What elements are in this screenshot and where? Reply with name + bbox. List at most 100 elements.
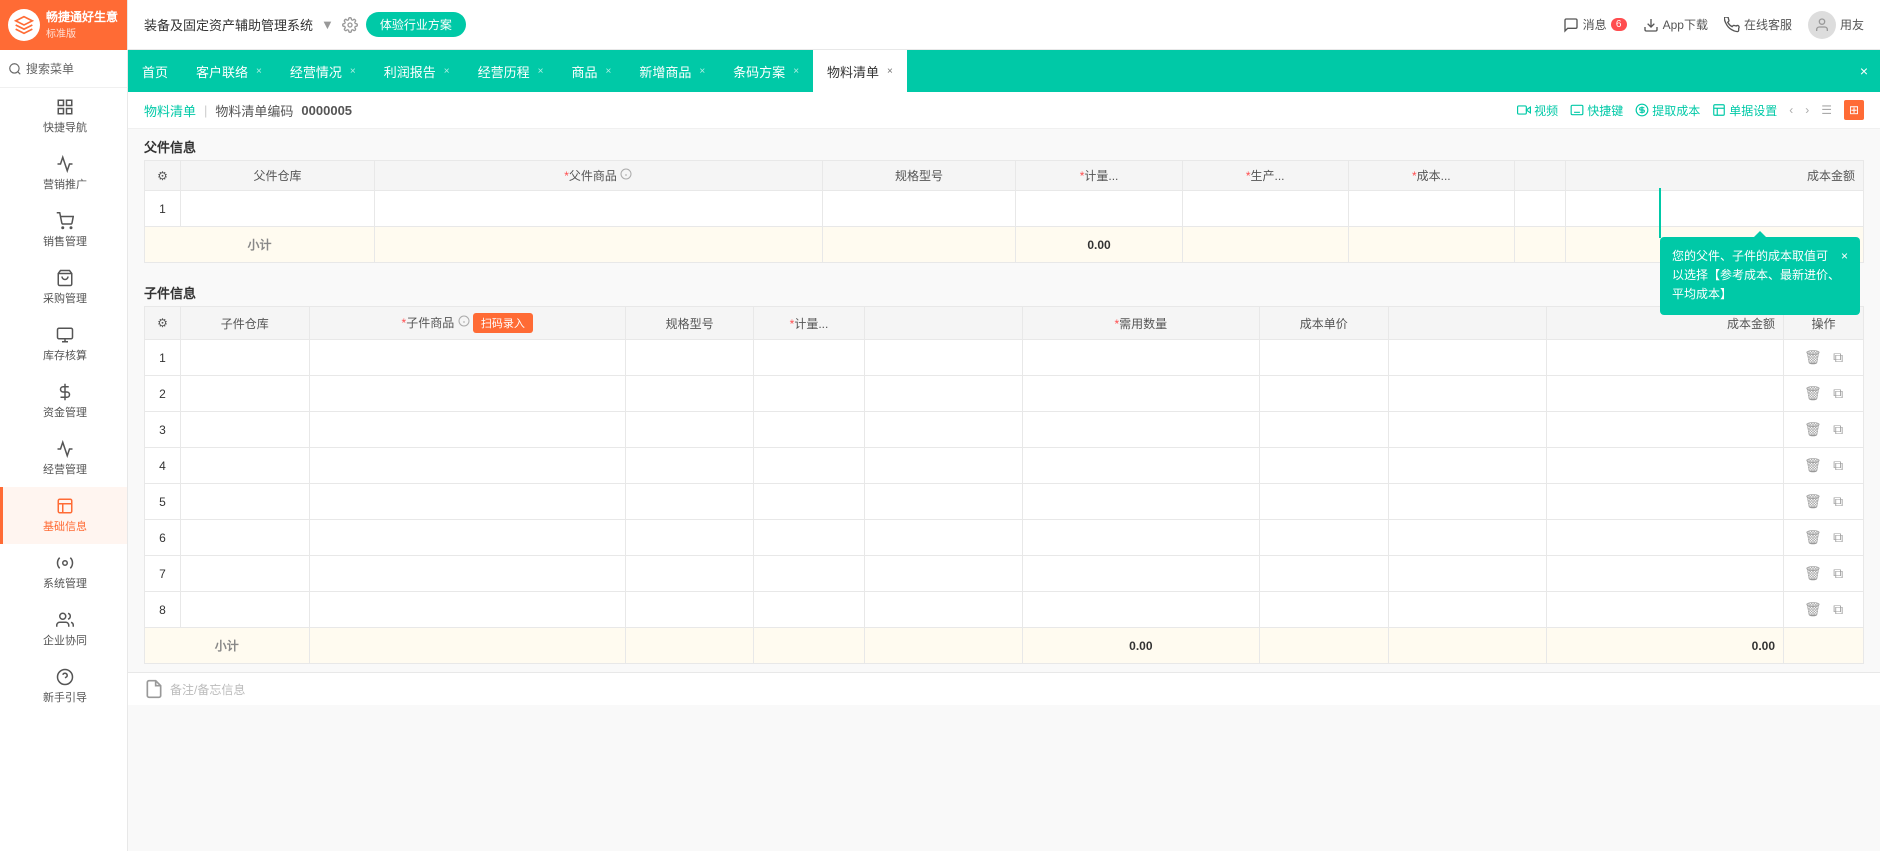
child-product-cell-8[interactable] [309,592,625,628]
child-unit-cell-2[interactable] [754,376,864,412]
sidebar-item-purchase[interactable]: 采购管理 [0,259,127,316]
child-unit-cell-4[interactable] [754,448,864,484]
shortcut-button[interactable]: 快捷键 [1570,102,1623,119]
child-spec-cell-2[interactable] [625,376,754,412]
child-product-cell-2[interactable] [309,376,625,412]
settings-icon[interactable] [342,17,358,33]
child-unit-cost-cell-7[interactable] [1259,556,1388,592]
sidebar-item-enterprise[interactable]: 企业协同 [0,601,127,658]
child-product-cell-6[interactable] [309,520,625,556]
child-qty-cell-6[interactable] [1022,520,1259,556]
scan-button[interactable]: 扫码录入 [473,313,533,333]
child-spec-cell-3[interactable] [625,412,754,448]
nav-prev-icon[interactable]: ‹ [1789,103,1793,117]
search-menu-button[interactable]: 搜索菜单 [8,56,119,81]
delete-row-button-1[interactable]: 🗑 [1800,347,1826,368]
tab-close-icon[interactable]: × [699,66,705,77]
child-spec-cell-6[interactable] [625,520,754,556]
child-warehouse-cell-7[interactable] [181,556,310,592]
child-col-settings[interactable]: ⚙ [145,307,181,340]
list-view-icon[interactable]: ☰ [1821,103,1832,117]
child-warehouse-cell-5[interactable] [181,484,310,520]
parent-cost-cell[interactable] [1348,191,1514,227]
child-qty-cell-7[interactable] [1022,556,1259,592]
tab-close-icon[interactable]: × [256,66,262,77]
child-warehouse-cell-3[interactable] [181,412,310,448]
child-qty-cell-2[interactable] [1022,376,1259,412]
sidebar-item-guide[interactable]: 新手引导 [0,658,127,715]
nav-tabs-close-button[interactable]: × [1848,63,1880,79]
experience-button[interactable]: 体验行业方案 [366,12,466,37]
child-spec-cell-4[interactable] [625,448,754,484]
delete-row-button-5[interactable]: 🗑 [1800,491,1826,512]
parent-spec-cell[interactable] [822,191,1016,227]
child-warehouse-cell-8[interactable] [181,592,310,628]
child-product-cell-7[interactable] [309,556,625,592]
sidebar-item-system[interactable]: 系统管理 [0,544,127,601]
delete-row-button-2[interactable]: 🗑 [1800,383,1826,404]
tab-barcode[interactable]: 条码方案 × [719,50,813,92]
child-warehouse-cell-4[interactable] [181,448,310,484]
parent-product-cell[interactable] [374,191,822,227]
copy-row-button-8[interactable]: ⧉ [1829,599,1847,620]
child-qty-cell-3[interactable] [1022,412,1259,448]
copy-row-button-6[interactable]: ⧉ [1829,527,1847,548]
child-spec-cell-7[interactable] [625,556,754,592]
main-scroll[interactable]: 父件信息 ⚙ 父件仓库 *父件商品 [128,129,1880,851]
tab-bom[interactable]: 物料清单 × [813,50,907,92]
child-unit-cell-3[interactable] [754,412,864,448]
app-download-action[interactable]: App下载 [1643,16,1708,33]
delete-row-button-4[interactable]: 🗑 [1800,455,1826,476]
tab-close-icon[interactable]: × [538,66,544,77]
child-spec-cell-5[interactable] [625,484,754,520]
tooltip-close-button[interactable]: × [1841,247,1848,266]
tab-close-icon[interactable]: × [350,66,356,77]
dropdown-arrow-icon[interactable]: ▼ [321,17,334,32]
child-unit-cell-1[interactable] [754,340,864,376]
copy-row-button-3[interactable]: ⧉ [1829,419,1847,440]
delete-row-button-7[interactable]: 🗑 [1800,563,1826,584]
tab-close-icon[interactable]: × [887,66,893,77]
child-spec-cell-8[interactable] [625,592,754,628]
child-qty-cell-8[interactable] [1022,592,1259,628]
user-action[interactable]: 用友 [1808,11,1864,39]
child-qty-cell-1[interactable] [1022,340,1259,376]
child-unit-cost-cell-5[interactable] [1259,484,1388,520]
tab-history[interactable]: 经营历程 × [464,50,558,92]
parent-col-settings[interactable]: ⚙ [145,161,181,191]
child-unit-cost-cell-3[interactable] [1259,412,1388,448]
grid-view-icon[interactable]: ⊞ [1844,100,1864,120]
copy-row-button-5[interactable]: ⧉ [1829,491,1847,512]
sidebar-item-operation[interactable]: 经营管理 [0,430,127,487]
copy-row-button-1[interactable]: ⧉ [1829,347,1847,368]
child-qty-cell-5[interactable] [1022,484,1259,520]
copy-row-button-4[interactable]: ⧉ [1829,455,1847,476]
sidebar-item-marketing[interactable]: 营销推广 [0,145,127,202]
child-product-cell-4[interactable] [309,448,625,484]
child-unit-cost-cell-6[interactable] [1259,520,1388,556]
sidebar-item-basic[interactable]: 基础信息 [0,487,127,544]
child-warehouse-cell-6[interactable] [181,520,310,556]
tab-close-icon[interactable]: × [605,66,611,77]
child-unit-cell-5[interactable] [754,484,864,520]
child-unit-cost-cell-4[interactable] [1259,448,1388,484]
parent-unit-cell[interactable] [1016,191,1182,227]
tab-close-icon[interactable]: × [793,66,799,77]
copy-row-button-2[interactable]: ⧉ [1829,383,1847,404]
delete-row-button-3[interactable]: 🗑 [1800,419,1826,440]
child-spec-cell-1[interactable] [625,340,754,376]
settings-button[interactable]: 单据设置 [1712,102,1777,119]
online-service-action[interactable]: 在线客服 [1724,16,1792,33]
child-unit-cell-6[interactable] [754,520,864,556]
delete-row-button-6[interactable]: 🗑 [1800,527,1826,548]
child-unit-cost-cell-2[interactable] [1259,376,1388,412]
child-warehouse-cell-2[interactable] [181,376,310,412]
tab-profit[interactable]: 利润报告 × [370,50,464,92]
tab-operation[interactable]: 经营情况 × [276,50,370,92]
nav-next-icon[interactable]: › [1805,103,1809,117]
tab-new-goods[interactable]: 新增商品 × [625,50,719,92]
child-product-cell-3[interactable] [309,412,625,448]
tab-home[interactable]: 首页 [128,50,182,92]
child-unit-cell-7[interactable] [754,556,864,592]
copy-row-button-7[interactable]: ⧉ [1829,563,1847,584]
